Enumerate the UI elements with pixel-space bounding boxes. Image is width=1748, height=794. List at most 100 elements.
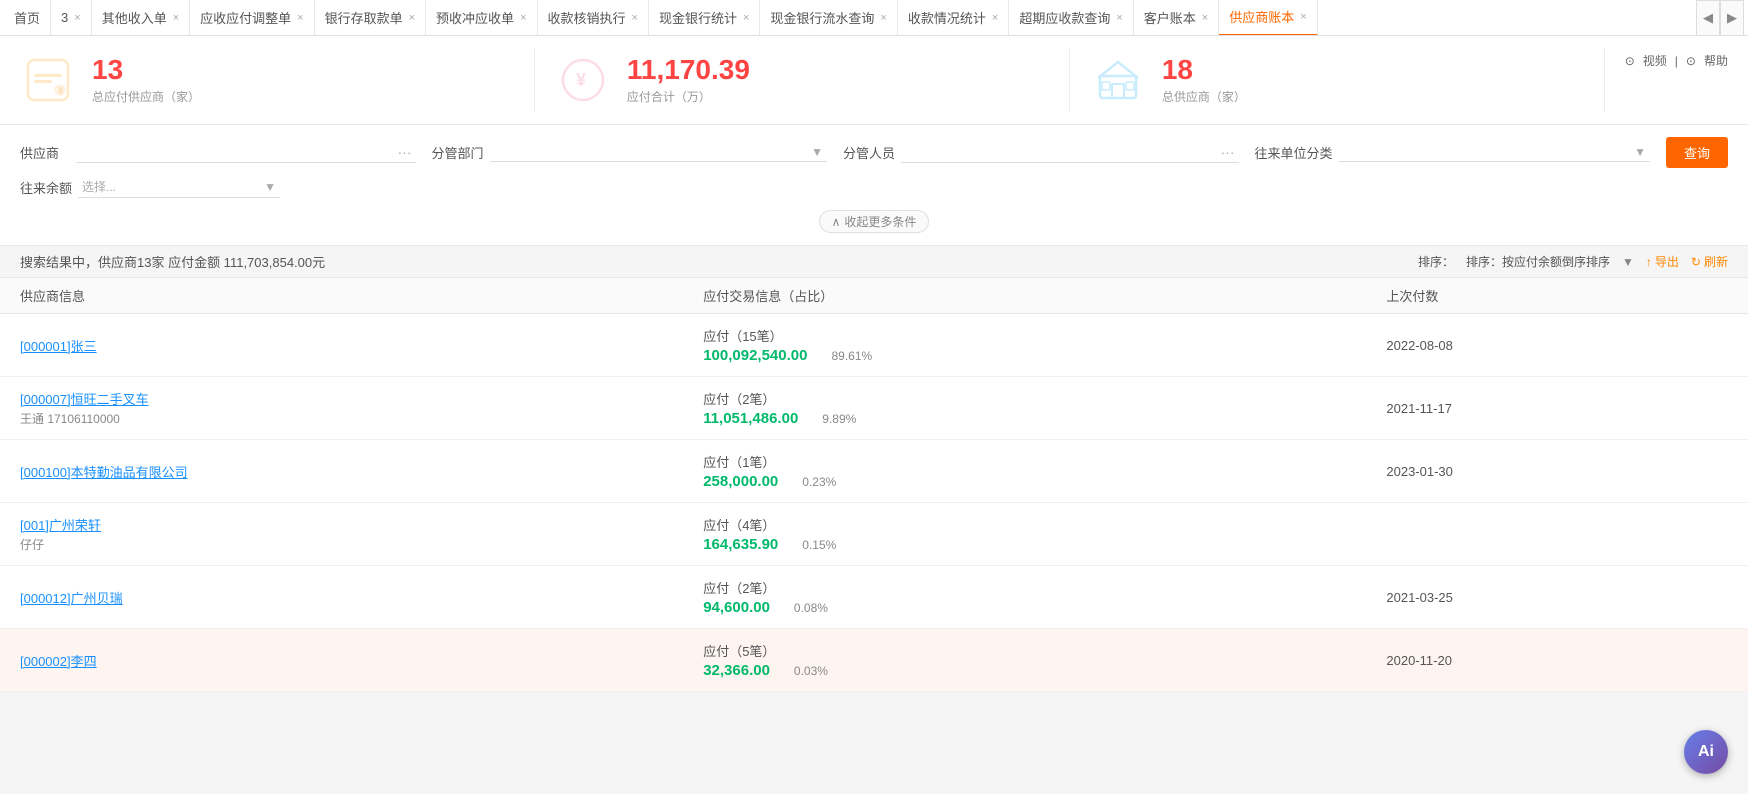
nav-arrow-right[interactable]: ▶ [1720, 0, 1744, 36]
nav-tab-customer-ledger[interactable]: 客户账本 × [1134, 0, 1219, 36]
lastpay-5: 2021-03-25 [1386, 590, 1453, 605]
nav-tab-cash-stats[interactable]: 现金银行统计 × [649, 0, 760, 36]
table-row: [000007]恒旺二手叉车 王通 17106110000 应付（2笔） 11,… [0, 377, 1748, 440]
nav-tab-cash-flow[interactable]: 现金银行流水查询 × [760, 0, 897, 36]
export-icon: ↑ [1646, 255, 1652, 269]
supplier-sub-4: 仔仔 [20, 536, 703, 553]
table-row: [000002]李四 应付（5笔） 32,366.00 0.03% 2020-1… [0, 629, 1748, 692]
supplier-link-2[interactable]: [000007]恒旺二手叉车 [20, 389, 703, 408]
query-button[interactable]: 查询 [1666, 137, 1728, 168]
supplier-link-4[interactable]: [001]广州荣轩 [20, 515, 703, 534]
lastpay-2: 2021-11-17 [1386, 401, 1452, 416]
nav-tab-overdue[interactable]: 超期应收款查询 × [1009, 0, 1133, 36]
filter-area: 供应商 ··· 分管部门 ▼ 分管人员 ··· 往来单位分类 ▼ [0, 125, 1748, 246]
nav-tab-supplier-ledger[interactable]: 供应商账本 × [1219, 0, 1317, 36]
tx-amount-4[interactable]: 164,635.90 [703, 536, 778, 553]
tx-amount-2[interactable]: 11,051,486.00 [703, 410, 798, 427]
lastpay-3: 2023-01-30 [1386, 464, 1453, 479]
advance-label: 预收冲应收单 [436, 8, 514, 27]
nav-tab-collection-stats[interactable]: 收款情况统计 × [898, 0, 1009, 36]
supplier-filter: 供应商 ··· [20, 142, 416, 163]
refresh-icon: ↻ [1691, 255, 1701, 269]
tx-label-2: 应付（2笔） [703, 389, 1386, 408]
tx-row-6: 32,366.00 0.03% [703, 662, 1386, 679]
tx-cell-2: 应付（2笔） 11,051,486.00 9.89% [703, 389, 1386, 427]
refresh-button[interactable]: ↻ 刷新 [1691, 253, 1728, 270]
tx-amount-3[interactable]: 258,000.00 [703, 473, 778, 490]
nav-tab-3[interactable]: 3 × [51, 0, 92, 36]
close-supplier-ledger[interactable]: × [1300, 11, 1306, 23]
result-bar: 搜索结果中，供应商13家 应付金额 111,703,854.00元 排序： 排序… [0, 246, 1748, 278]
nav-tab-bank[interactable]: 银行存取款单 × [315, 0, 426, 36]
table-row: [000001]张三 应付（15笔） 100,092,540.00 89.61%… [0, 314, 1748, 377]
nav-tab-advance[interactable]: 预收冲应收单 × [426, 0, 537, 36]
lastpay-cell-2: 2021-11-17 [1386, 401, 1728, 416]
filter-row-2: 往来余额 选择... ▼ [20, 176, 1728, 198]
tx-amount-5[interactable]: 94,600.00 [703, 599, 770, 616]
tx-cell-4: 应付（4笔） 164,635.90 0.15% [703, 515, 1386, 553]
summary-bar: ¥ 13 总应付供应商（家） ¥ 11,170.39 应付合计（万） [0, 36, 1748, 125]
top-navigation: 首页 3 × 其他收入单 × 应收应付调整单 × 银行存取款单 × 预收冲应收单… [0, 0, 1748, 36]
nav-tab-other-income[interactable]: 其他收入单 × [92, 0, 190, 36]
bank-label: 银行存取款单 [325, 8, 403, 27]
nav-arrow-left[interactable]: ◀ [1696, 0, 1720, 36]
close-tab-3[interactable]: × [74, 12, 80, 24]
unit-select[interactable]: ▼ [1339, 143, 1650, 162]
refresh-label: 刷新 [1704, 253, 1728, 270]
unit-chevron: ▼ [1634, 145, 1646, 159]
sort-chevron: ▼ [1622, 255, 1634, 269]
close-customer-ledger[interactable]: × [1202, 12, 1208, 24]
close-cash-flow[interactable]: × [880, 12, 886, 24]
payable-number: 13 [92, 56, 200, 84]
dept-select[interactable]: ▼ [490, 143, 827, 162]
nav-tab-home[interactable]: 首页 [4, 0, 51, 36]
customer-ledger-label: 客户账本 [1144, 8, 1196, 27]
link-divider: | [1675, 54, 1678, 68]
close-overdue[interactable]: × [1116, 12, 1122, 24]
close-advance[interactable]: × [520, 12, 526, 24]
supplier-ledger-label: 供应商账本 [1229, 7, 1294, 26]
supplier-link-3[interactable]: [000100]本特勤油品有限公司 [20, 462, 703, 481]
supplier-sub-2: 王通 17106110000 [20, 410, 703, 427]
nav-tab-collection[interactable]: 收款核销执行 × [538, 0, 649, 36]
supplier-link-5[interactable]: [000012]广州贝瑞 [20, 588, 703, 607]
export-label: 导出 [1655, 253, 1679, 270]
collapse-button[interactable]: ∧ 收起更多条件 [819, 210, 930, 233]
adjustments-label: 应收应付调整单 [200, 8, 291, 27]
tx-amount-6[interactable]: 32,366.00 [703, 662, 770, 679]
sort-value[interactable]: 排序：按应付余额倒序排序 [1466, 253, 1610, 270]
supplier-dots: ··· [398, 144, 412, 160]
supplier-input-wrap[interactable]: ··· [76, 142, 416, 163]
balance-select[interactable]: 选择... ▼ [78, 176, 280, 198]
tx-amount-1[interactable]: 100,092,540.00 [703, 347, 807, 364]
tx-cell-6: 应付（5笔） 32,366.00 0.03% [703, 641, 1386, 679]
result-actions: 排序： 排序：按应付余额倒序排序 ▼ ↑ 导出 ↻ 刷新 [1418, 253, 1728, 270]
person-input-wrap[interactable]: ··· [901, 142, 1238, 163]
ai-badge[interactable]: Ai [1684, 730, 1728, 774]
close-bank[interactable]: × [409, 12, 415, 24]
person-dots: ··· [1221, 144, 1235, 160]
close-collection-stats[interactable]: × [992, 12, 998, 24]
nav-tab-adjustments[interactable]: 应收应付调整单 × [190, 0, 314, 36]
table-row: [000012]广州贝瑞 应付（2笔） 94,600.00 0.08% 2021… [0, 566, 1748, 629]
video-link[interactable]: 视频 [1643, 52, 1667, 69]
close-collection[interactable]: × [632, 12, 638, 24]
dept-filter-label: 分管部门 [432, 143, 484, 162]
supplier-link-6[interactable]: [000002]李四 [20, 651, 703, 670]
person-filter: 分管人员 ··· [843, 142, 1239, 163]
close-cash-stats[interactable]: × [743, 12, 749, 24]
supplier-link-1[interactable]: [000001]张三 [20, 336, 703, 355]
supplier-input[interactable] [80, 145, 394, 160]
lastpay-cell-3: 2023-01-30 [1386, 464, 1728, 479]
balance-value: 选择... [82, 178, 116, 195]
tx-label-3: 应付（1笔） [703, 452, 1386, 471]
tx-row-2: 11,051,486.00 9.89% [703, 410, 1386, 427]
person-input[interactable] [905, 145, 1216, 160]
export-button[interactable]: ↑ 导出 [1646, 253, 1679, 270]
help-link[interactable]: 帮助 [1704, 52, 1728, 69]
close-adjustments[interactable]: × [297, 12, 303, 24]
data-table: 供应商信息 应付交易信息（占比） 上次付数 [000001]张三 应付（15笔）… [0, 278, 1748, 692]
top-right-links: ⊙ 视频 | ⊙ 帮助 [1625, 48, 1728, 69]
circle-icon2: ⊙ [1686, 54, 1696, 68]
close-other-income[interactable]: × [173, 12, 179, 24]
